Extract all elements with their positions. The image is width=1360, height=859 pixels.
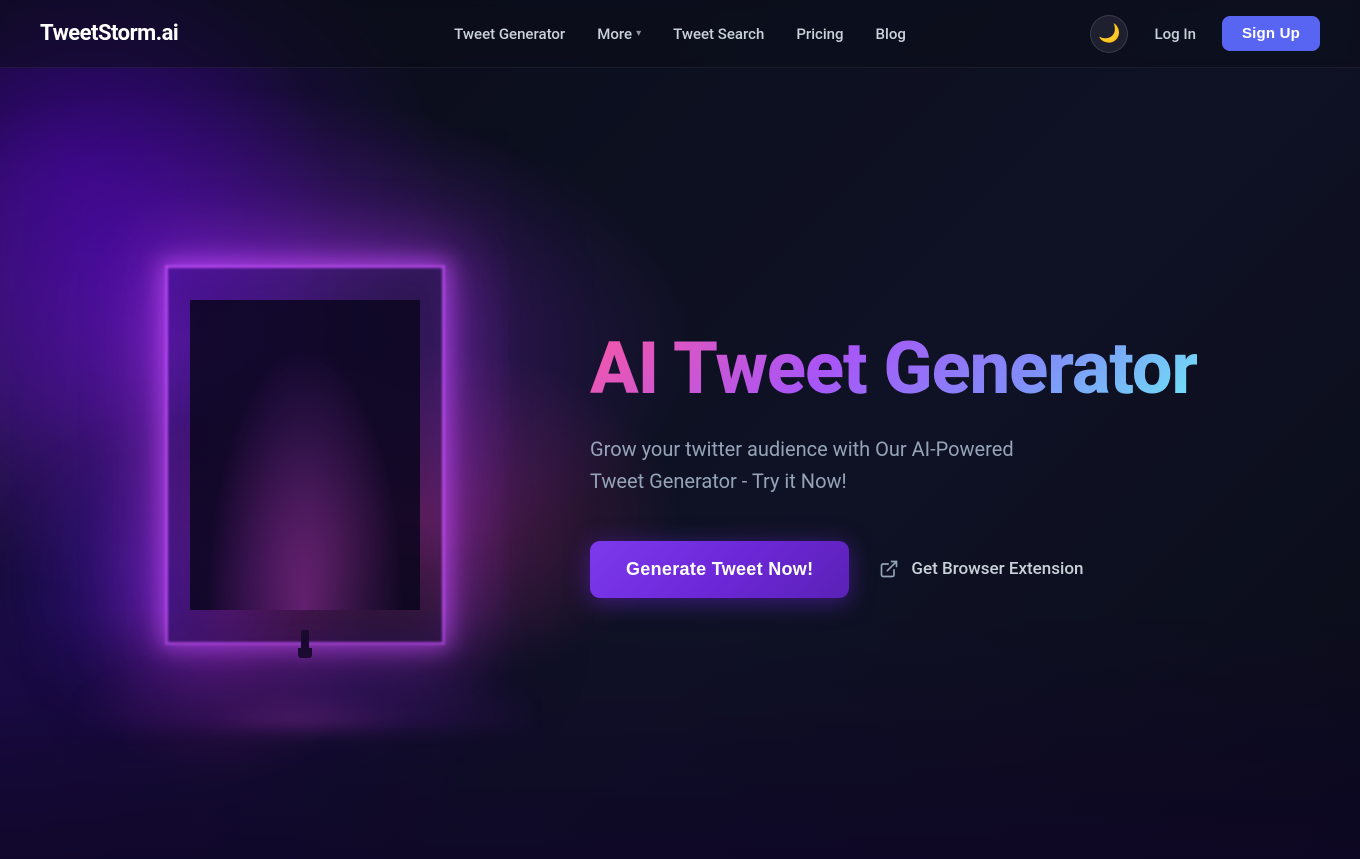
nav-more-label: More (597, 25, 632, 43)
hero-subtitle-line2: Tweet Generator - Try it Now! (590, 469, 847, 493)
navbar: TweetStorm.ai Tweet Generator More ▾ Twe… (0, 0, 1360, 68)
nav-blog[interactable]: Blog (862, 17, 920, 51)
theme-toggle-button[interactable]: 🌙 (1090, 15, 1128, 53)
brand-logo[interactable]: TweetStorm.ai (40, 21, 178, 46)
hero-section: AI Tweet Generator Grow your twitter aud… (0, 68, 1360, 859)
signup-button[interactable]: Sign Up (1222, 16, 1320, 51)
moon-icon: 🌙 (1098, 23, 1120, 44)
hero-subtitle-line1: Grow your twitter audience with Our AI-P… (590, 437, 1014, 461)
hero-actions: Generate Tweet Now! Get Browser Extensio… (590, 541, 1083, 598)
nav-tweet-search-label: Tweet Search (673, 25, 764, 43)
nav-tweet-search[interactable]: Tweet Search (659, 17, 778, 51)
nav-blog-label: Blog (876, 25, 906, 43)
generate-tweet-button[interactable]: Generate Tweet Now! (590, 541, 849, 598)
chevron-down-icon: ▾ (636, 28, 641, 39)
nav-center: Tweet Generator More ▾ Tweet Search Pric… (440, 17, 920, 51)
login-button[interactable]: Log In (1140, 17, 1209, 51)
hero-subtitle: Grow your twitter audience with Our AI-P… (590, 433, 1014, 497)
browser-extension-button[interactable]: Get Browser Extension (877, 557, 1083, 581)
nav-tweet-generator[interactable]: Tweet Generator (440, 17, 579, 51)
hero-title: AI Tweet Generator (590, 329, 1197, 408)
nav-pricing[interactable]: Pricing (782, 17, 857, 51)
nav-left: TweetStorm.ai (40, 21, 178, 46)
external-link-icon (877, 557, 901, 581)
browser-extension-label: Get Browser Extension (911, 559, 1083, 579)
nav-tweet-generator-label: Tweet Generator (454, 25, 565, 43)
nav-more[interactable]: More ▾ (583, 17, 655, 51)
nav-pricing-label: Pricing (796, 25, 843, 43)
nav-right: 🌙 Log In Sign Up (1090, 15, 1320, 53)
